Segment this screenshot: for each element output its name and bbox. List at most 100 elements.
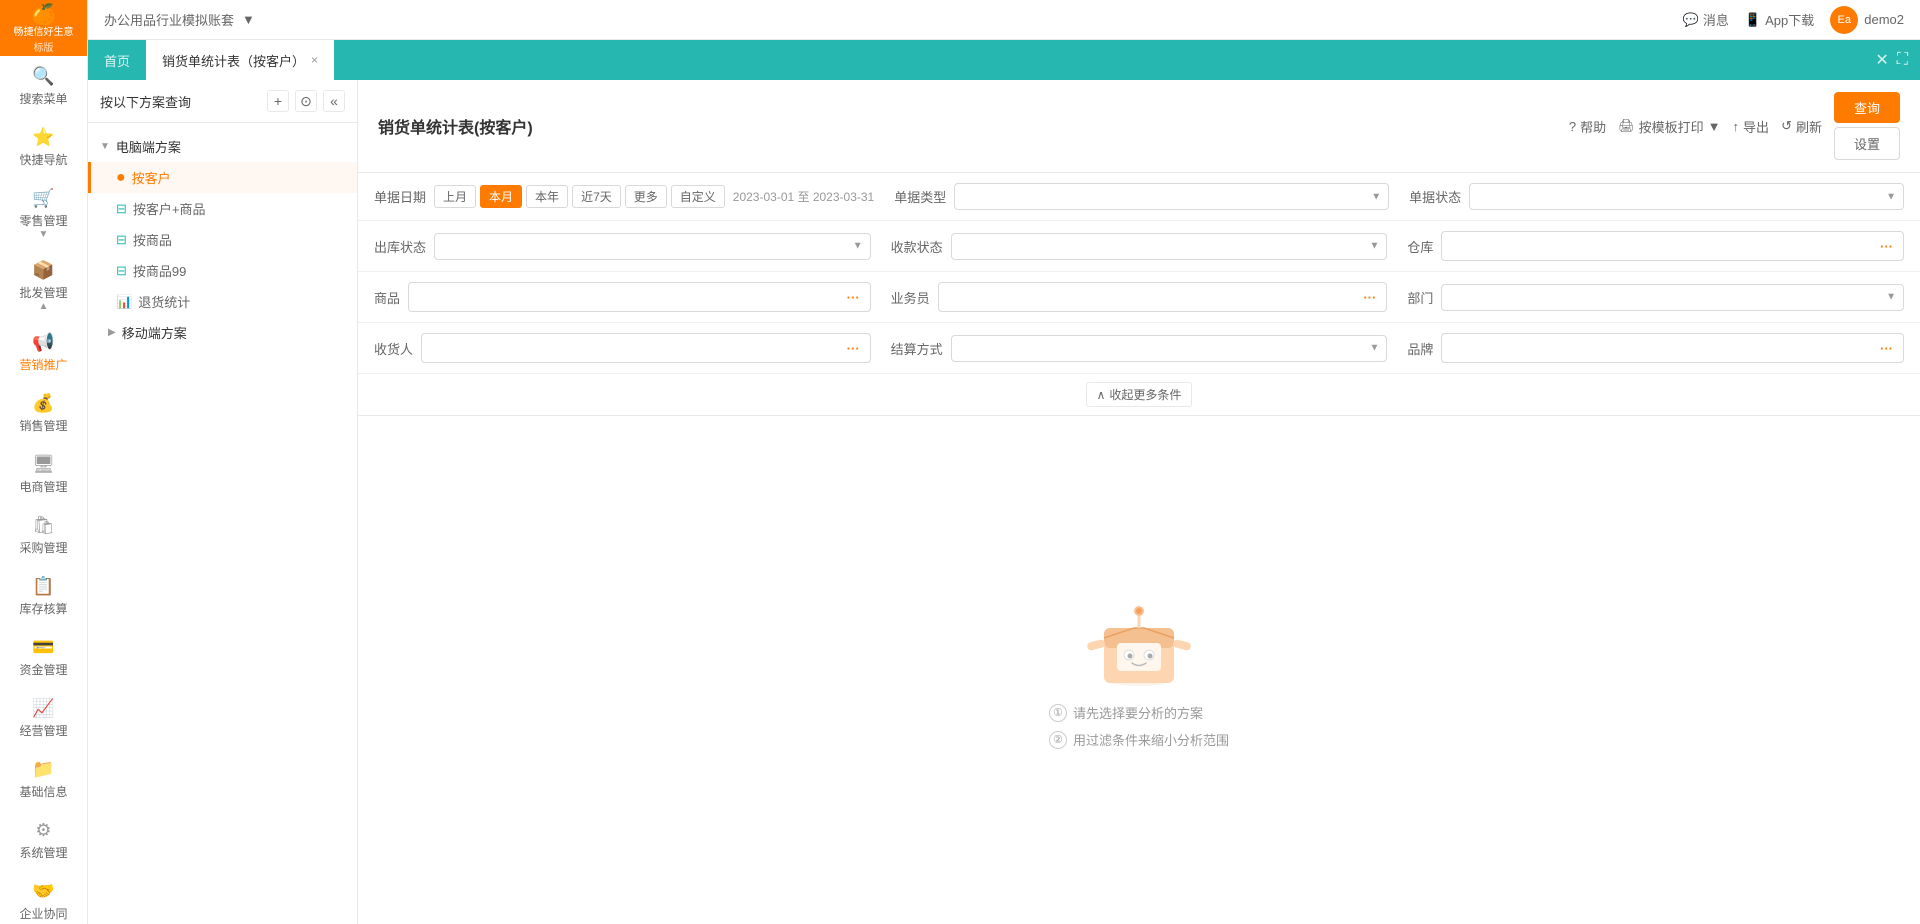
sidebar-item-quicknav[interactable]: ⭐ 快捷导航 [0,117,88,178]
hint-num-2: ② [1049,731,1067,749]
close-window-icon[interactable]: ✕ [1875,50,1888,70]
export-button[interactable]: ↑ 导出 [1733,117,1770,136]
warehouse-dots: ··· [1880,239,1893,254]
sidebar-item-marketing[interactable]: 📢 营销推广 [0,322,88,383]
staff-dots: ··· [1363,290,1376,305]
sidebar-item-retail[interactable]: 🛒 零售管理 ▼ [0,178,88,250]
maximize-window-icon[interactable]: ⛶ [1897,51,1908,69]
tree-group-mobile[interactable]: ▶ 移动端方案 [88,317,357,348]
settings-button[interactable]: 设置 [1834,127,1900,160]
sidebar-item-wholesale-label: 批发管理 [19,284,67,301]
out-status-label: 出库状态 [374,237,426,256]
receipt-status-select[interactable] [951,233,1388,260]
refresh-label: 刷新 [1796,117,1822,136]
tab-home[interactable]: 首页 [88,40,146,80]
user-menu[interactable]: Ea demo2 [1830,6,1904,34]
order-status-filter: 单据状态 [1409,183,1904,210]
sidebar-item-finance[interactable]: 💳 资金管理 [0,627,88,688]
order-status-select[interactable] [1469,183,1904,210]
sidebar-item-sales-label: 销售管理 [19,417,67,434]
collapse-button[interactable]: ∧ 收起更多条件 [1086,382,1193,407]
sidebar-item-basic-label: 基础信息 [19,783,67,800]
goods-label: 商品 [374,288,400,307]
add-scheme-button[interactable]: + [267,90,289,112]
purchase-icon: 🛍 [32,515,55,536]
app-logo: 🍊 畅捷信好生意 标版 [0,0,88,56]
goods-input[interactable]: ··· [408,282,871,312]
sidebar-item-enterprise[interactable]: 🤝 企业协同 [0,871,88,924]
message-icon: 💬 [1683,12,1699,28]
tree-group-pc-arrow: ▼ [100,141,110,152]
logo-text: 畅捷信好生意 [14,27,74,39]
goods-dots: ··· [847,290,860,305]
tree-item-by-goods[interactable]: ⊟ 按商品 [88,224,357,255]
tree-item-returnstat-label: 退货统计 [138,292,190,311]
date-this-year[interactable]: 本年 [526,185,568,208]
collapse-panel-button[interactable]: « [323,90,345,112]
sidebar-item-ecommerce[interactable]: 🖥 电商管理 [0,444,88,505]
date-more[interactable]: 更多 [625,185,667,208]
content-body: 按以下方案查询 + ⊙ « ▼ 电脑端方案 ● 按客户 ⊟ [88,80,1920,924]
tree-item-goods99-label: 按商品99 [133,261,186,280]
brand-input[interactable]: ··· [1441,333,1904,363]
sidebar-item-operation[interactable]: 📈 经营管理 [0,688,88,749]
tree-item-by-customer[interactable]: ● 按客户 [88,162,357,193]
sidebar-item-operation-label: 经营管理 [19,722,67,739]
staff-input[interactable]: ··· [938,282,1388,312]
empty-state: ① 请先选择要分析的方案 ② 用过滤条件来缩小分析范围 [358,416,1920,924]
app-download-button[interactable]: 📱 App下载 [1745,10,1814,29]
out-status-filter: 出库状态 [374,233,871,260]
receipt-status-label: 收款状态 [891,237,943,256]
tree-item-by-goods99[interactable]: ⊟ 按商品99 [88,255,357,286]
receiver-input[interactable]: ··· [421,333,871,363]
sidebar-item-finance-label: 资金管理 [19,661,67,678]
empty-illustration [1079,583,1199,703]
date-this-month[interactable]: 本月 [480,185,522,208]
receiver-filter: 收货人 ··· [374,333,871,363]
date-custom[interactable]: 自定义 [671,185,725,208]
tree-item-returnstat-icon: 📊 [116,294,132,310]
out-status-select[interactable] [434,233,871,260]
brand-filter: 品牌 ··· [1407,333,1904,363]
warehouse-input[interactable]: ··· [1441,231,1904,261]
date-last-month[interactable]: 上月 [434,185,476,208]
sidebar-item-ecommerce-label: 电商管理 [19,478,67,495]
sidebar-item-search[interactable]: 🔍 搜索菜单 [0,56,88,117]
date-last-7days[interactable]: 近7天 [572,185,621,208]
order-type-select[interactable] [954,183,1389,210]
tree-item-by-customer-goods[interactable]: ⊟ 按客户+商品 [88,193,357,224]
sidebar-item-purchase[interactable]: 🛍 采购管理 [0,505,88,566]
sidebar-item-sales[interactable]: 💰 销售管理 [0,383,88,444]
header-left: 办公用品行业模拟账套 ▼ [104,10,255,29]
print-button[interactable]: 🖨 按模板打印 ▼ [1618,117,1720,136]
tab-close-button[interactable]: × [311,53,318,67]
sidebar-item-system[interactable]: ⚙ 系统管理 [0,810,88,871]
tab-sales-stat[interactable]: 销货单统计表（按客户） × [146,40,334,80]
tab-window-controls: ✕ ⛶ [1863,50,1920,70]
help-button[interactable]: ? 帮助 [1569,117,1606,136]
sidebar-item-quicknav-label: 快捷导航 [19,151,67,168]
export-icon: ↑ [1733,119,1740,134]
sidebar-item-marketing-label: 营销推广 [19,356,67,373]
dept-select[interactable] [1441,284,1904,311]
filter-row-3: 商品 ··· 业务员 ··· 部门 [358,272,1920,323]
receipt-status-filter: 收款状态 [891,233,1388,260]
sidebar-item-basic[interactable]: 📁 基础信息 [0,749,88,810]
sidebar-item-inventory[interactable]: 📋 库存核算 [0,566,88,627]
tree-group-pc[interactable]: ▼ 电脑端方案 [88,131,357,162]
message-button[interactable]: 💬 消息 [1683,10,1729,29]
tree-item-return-stat[interactable]: 📊 退货统计 [88,286,357,317]
date-filter: 单据日期 上月 本月 本年 近7天 更多 自定义 2023-03-01 至 20… [374,185,874,208]
sidebar-item-wholesale[interactable]: 📦 批发管理 ▲ [0,250,88,322]
staff-filter: 业务员 ··· [891,282,1388,312]
query-button[interactable]: 查询 [1834,92,1900,123]
edit-scheme-button[interactable]: ⊙ [295,90,317,112]
filter-row-4: 收货人 ··· 结算方式 品牌 [358,323,1920,374]
tree-item-goods-label: 按商品 [133,230,172,249]
top-header: 办公用品行业模拟账套 ▼ 💬 消息 📱 App下载 Ea demo2 [88,0,1920,40]
help-icon: ? [1569,119,1576,134]
hint-num-1: ① [1049,704,1067,722]
settle-select[interactable] [951,335,1388,362]
refresh-button[interactable]: ↺ 刷新 [1781,117,1822,136]
export-label: 导出 [1743,117,1769,136]
